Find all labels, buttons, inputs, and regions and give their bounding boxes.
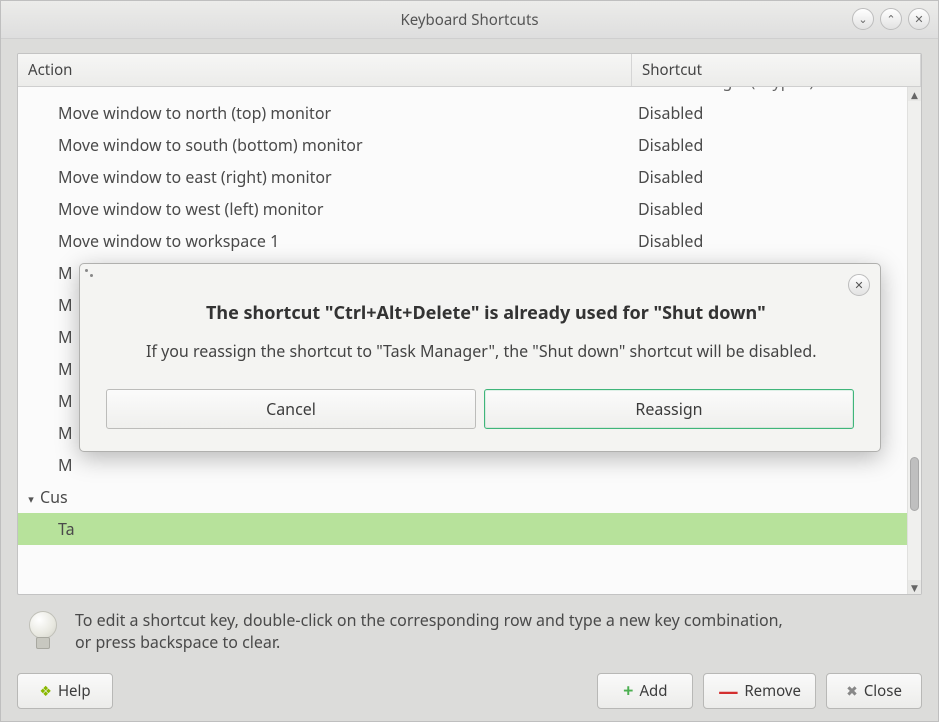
titlebar: Keyboard Shortcuts ⌄ ⌃ ✕ [1, 1, 938, 39]
column-action-header[interactable]: Action [18, 54, 632, 86]
table-row[interactable]: Move window to center of screenCtrl+Alt+… [18, 87, 907, 97]
help-icon: ❖ [39, 682, 52, 701]
dialog-buttons: Cancel Reassign [106, 389, 854, 429]
reassign-button[interactable]: Reassign [484, 389, 854, 429]
table-row[interactable]: M [18, 449, 907, 481]
list-header: Action Shortcut [18, 54, 921, 87]
window-title: Keyboard Shortcuts [400, 10, 538, 30]
hint-text: To edit a shortcut key, double-click on … [75, 609, 795, 654]
button-label: Cancel [266, 398, 316, 420]
chevron-down-icon: ⌄ [858, 12, 867, 27]
group-label: Cus [40, 486, 68, 508]
button-row: ❖ Help + Add — Remove ✖ Close [17, 663, 922, 709]
close-button[interactable]: ✖ Close [826, 673, 922, 709]
table-row[interactable]: Move window to south (bottom) monitorDis… [18, 129, 907, 161]
window-close-button[interactable]: ✕ [908, 8, 930, 30]
close-icon: ✕ [854, 278, 863, 293]
cancel-button[interactable]: Cancel [106, 389, 476, 429]
hint-row: To edit a shortcut key, double-click on … [17, 595, 922, 663]
button-label: Help [58, 681, 91, 701]
button-label: Close [864, 681, 902, 701]
keyboard-shortcuts-window: Keyboard Shortcuts ⌄ ⌃ ✕ Action Shortcut… [0, 0, 939, 722]
table-row[interactable]: Move window to east (right) monitorDisab… [18, 161, 907, 193]
close-icon: ✕ [914, 12, 923, 27]
table-row[interactable]: Move window to workspace 1Disabled [18, 225, 907, 257]
dialog-heading: The shortcut "Ctrl+Alt+Delete" is alread… [206, 300, 806, 326]
help-button[interactable]: ❖ Help [17, 673, 113, 709]
minimize-button[interactable]: ⌄ [852, 8, 874, 30]
table-row[interactable]: Move window to north (top) monitorDisabl… [18, 97, 907, 129]
titlebar-buttons: ⌄ ⌃ ✕ [852, 8, 930, 30]
close-icon: ✖ [846, 682, 858, 701]
plus-icon: + [623, 679, 633, 703]
add-button[interactable]: + Add [597, 673, 693, 709]
chevron-up-icon: ⌃ [886, 12, 895, 27]
button-label: Remove [744, 681, 801, 701]
remove-button[interactable]: — Remove [703, 673, 816, 709]
maximize-button[interactable]: ⌃ [880, 8, 902, 30]
minus-icon: — [718, 686, 738, 696]
table-row-selected[interactable]: Ta [18, 513, 907, 545]
button-label: Reassign [635, 398, 702, 420]
scroll-down-arrow-icon[interactable]: ▼ [908, 580, 921, 594]
scroll-up-arrow-icon[interactable]: ▲ [908, 87, 921, 101]
group-row-custom[interactable]: ▾Cus [18, 481, 907, 513]
vertical-scrollbar[interactable]: ▲ ▼ [907, 87, 921, 594]
lightbulb-icon [25, 609, 61, 657]
expander-icon[interactable]: ▾ [24, 492, 38, 507]
reassign-dialog: ✕ The shortcut "Ctrl+Alt+Delete" is alre… [79, 263, 881, 452]
scroll-thumb[interactable] [910, 457, 919, 511]
column-shortcut-header[interactable]: Shortcut [632, 54, 921, 86]
resize-grip-icon[interactable] [85, 269, 95, 279]
button-label: Add [639, 681, 667, 701]
dialog-body: If you reassign the shortcut to "Task Ma… [146, 340, 846, 363]
table-row[interactable]: Move window to west (left) monitorDisabl… [18, 193, 907, 225]
dialog-close-button[interactable]: ✕ [848, 274, 870, 296]
